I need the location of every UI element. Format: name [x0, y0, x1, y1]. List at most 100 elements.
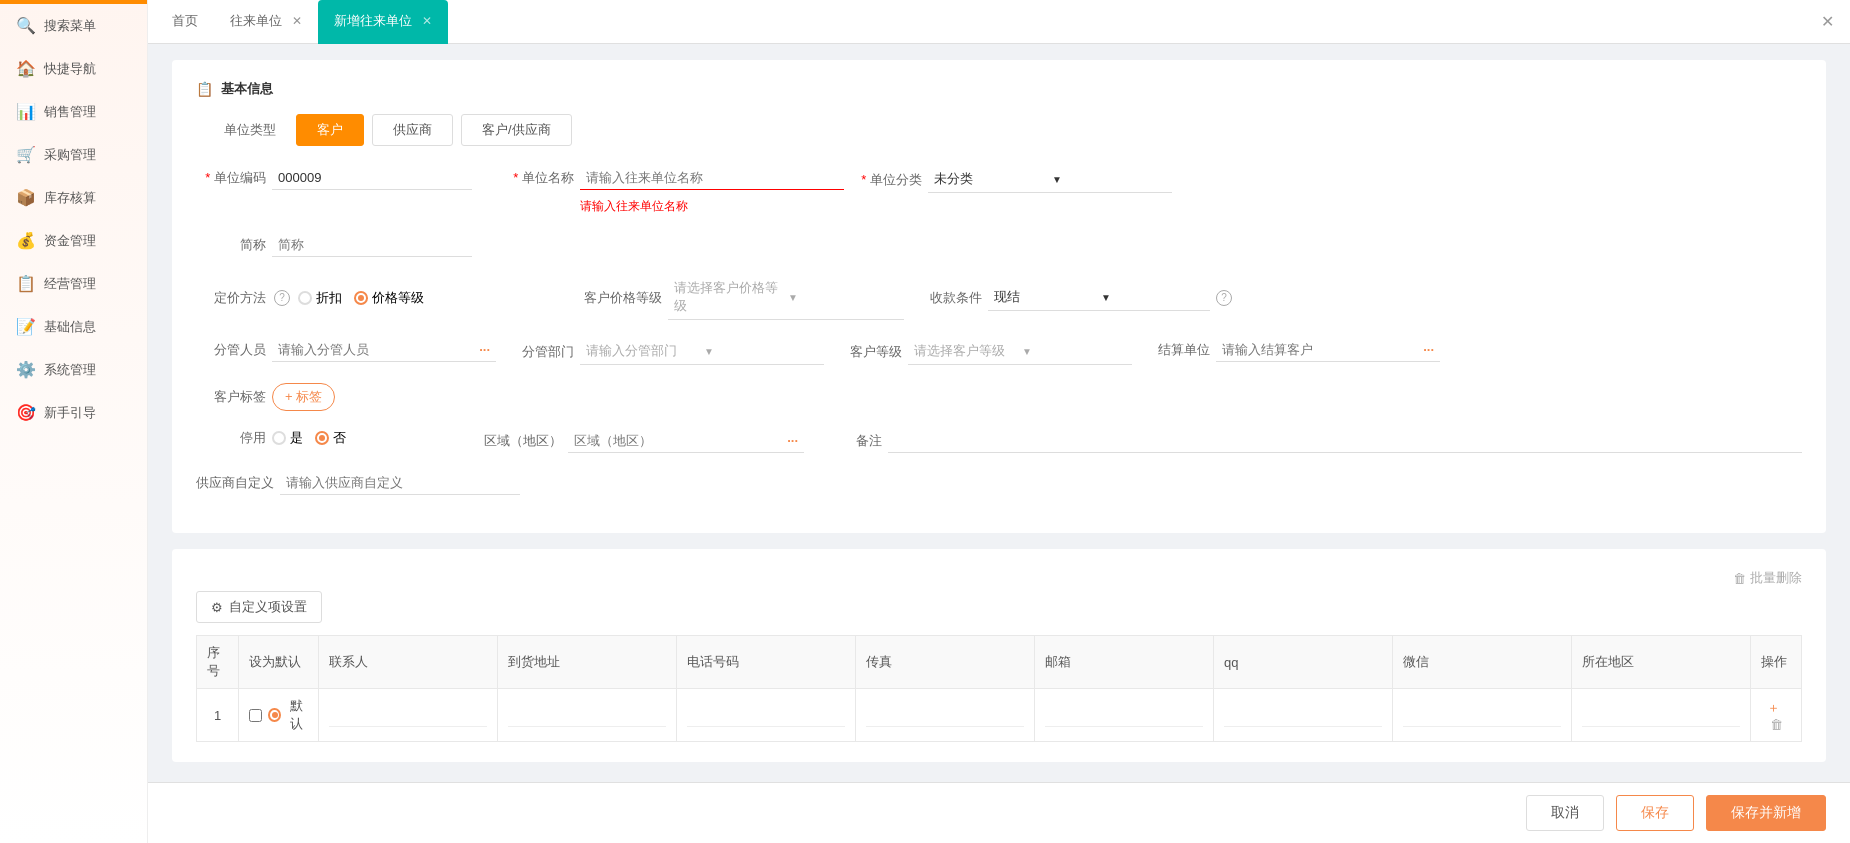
settlement-input[interactable]	[1222, 342, 1419, 357]
settlement-dots-btn[interactable]: ···	[1423, 342, 1434, 357]
sidebar-item-search[interactable]: 🔍 搜索菜单	[0, 4, 147, 47]
dept-placeholder: 请输入分管部门	[586, 342, 700, 360]
pricing-radio-group: 折扣 价格等级	[298, 289, 424, 307]
type-btn-supplier[interactable]: 供应商	[372, 114, 453, 146]
manager-dots-btn[interactable]: ···	[479, 342, 490, 357]
contacts-card: 🗑 批量删除 ⚙ 自定义项设置 序号 设为默认 联系人 到货地址 电话号码 传真	[172, 549, 1826, 762]
manager-input[interactable]	[278, 342, 475, 357]
tab-new-partner[interactable]: 新增往来单位 ✕	[318, 0, 448, 44]
payment-terms-value: 现结	[994, 288, 1097, 306]
sidebar-item-sales[interactable]: 📊 销售管理	[0, 90, 147, 133]
region-input[interactable]	[574, 433, 783, 448]
address-input[interactable]	[508, 703, 666, 727]
form-row-1: 单位编码 单位名称 请输入往来单位名称 单位分类 未分类 ▼	[196, 166, 1802, 215]
contacts-table: 序号 设为默认 联系人 到货地址 电话号码 传真 邮箱 qq 微信 所在地区 操…	[196, 635, 1802, 742]
default-radio[interactable]: 默认	[268, 697, 307, 733]
sidebar-item-purchase[interactable]: 🛒 采购管理	[0, 133, 147, 176]
sidebar-item-label: 基础信息	[44, 318, 96, 336]
sidebar-item-system[interactable]: ⚙️ 系统管理	[0, 348, 147, 391]
system-icon: ⚙️	[16, 360, 36, 379]
row-checkbox[interactable]	[249, 709, 262, 722]
remark-input[interactable]	[888, 429, 1802, 453]
tab-partners-close[interactable]: ✕	[292, 14, 302, 28]
customer-level-select[interactable]: 请选择客户等级 ▼	[908, 338, 1132, 365]
col-default: 设为默认	[239, 636, 318, 689]
unit-name-input[interactable]	[580, 166, 844, 190]
dept-select[interactable]: 请输入分管部门 ▼	[580, 338, 824, 365]
region-dots-btn[interactable]: ···	[787, 433, 798, 448]
cell-contact	[318, 689, 497, 742]
supplier-custom-input[interactable]	[280, 471, 520, 495]
suspend-no[interactable]: 否	[315, 429, 346, 447]
email-input[interactable]	[1045, 703, 1203, 727]
sidebar-item-label: 经营管理	[44, 275, 96, 293]
cell-region	[1572, 689, 1751, 742]
tab-home[interactable]: 首页	[156, 0, 214, 44]
unit-name-label: 单位名称	[504, 169, 574, 187]
pricing-radio-level[interactable]: 价格等级	[354, 289, 424, 307]
contact-input[interactable]	[329, 703, 487, 727]
add-row-icon[interactable]: ＋	[1767, 700, 1780, 715]
basic-info-card: 📋 基本信息 单位类型 客户 供应商 客户/供应商 单位编码 单位名称	[172, 60, 1826, 533]
dept-group: 分管部门 请输入分管部门 ▼	[504, 338, 824, 365]
pricing-radio-discount[interactable]: 折扣	[298, 289, 342, 307]
cell-phone	[676, 689, 855, 742]
finance-icon: 💰	[16, 231, 36, 250]
sidebar-item-guide[interactable]: 🎯 新手引导	[0, 391, 147, 434]
custom-settings-button[interactable]: ⚙ 自定义项设置	[196, 591, 322, 623]
save-new-button[interactable]: 保存并新增	[1706, 795, 1826, 831]
tag-group: 客户标签 + 标签	[196, 383, 1802, 411]
phone-input[interactable]	[687, 703, 845, 727]
col-no: 序号	[197, 636, 239, 689]
tab-partners[interactable]: 往来单位 ✕	[214, 0, 318, 44]
sidebar-item-finance[interactable]: 💰 资金管理	[0, 219, 147, 262]
payment-terms-select[interactable]: 现结 ▼	[988, 284, 1210, 311]
type-btn-both[interactable]: 客户/供应商	[461, 114, 572, 146]
suspend-yes-circle	[272, 431, 286, 445]
suspend-radio-group: 是 否	[272, 429, 346, 447]
tab-new-partner-close[interactable]: ✕	[422, 14, 432, 28]
qq-input[interactable]	[1224, 703, 1382, 727]
tab-new-partner-label: 新增往来单位	[334, 12, 412, 30]
cell-wechat	[1393, 689, 1572, 742]
batch-delete-area: 🗑 批量删除	[196, 569, 1802, 587]
region-table-input[interactable]	[1582, 703, 1740, 727]
fax-input[interactable]	[866, 703, 1024, 727]
manager-field: ···	[272, 338, 496, 362]
tag-add-label: + 标签	[285, 388, 322, 406]
suspend-group: 停用 是 否	[196, 429, 476, 447]
delete-row-icon[interactable]: 🗑	[1770, 717, 1783, 732]
chevron-down-icon: ▼	[788, 292, 898, 303]
sidebar-item-quick-nav[interactable]: 🏠 快捷导航	[0, 47, 147, 90]
type-btn-customer[interactable]: 客户	[296, 114, 364, 146]
tab-bar-close[interactable]: ✕	[1813, 12, 1842, 31]
sidebar-item-label: 系统管理	[44, 361, 96, 379]
customer-price-select[interactable]: 请选择客户价格等级 ▼	[668, 275, 904, 320]
tab-bar: 首页 往来单位 ✕ 新增往来单位 ✕ ✕	[148, 0, 1850, 44]
unit-code-label: 单位编码	[196, 169, 266, 187]
payment-terms-group: 收款条件 现结 ▼ ?	[912, 284, 1232, 311]
wechat-input[interactable]	[1403, 703, 1561, 727]
cancel-button[interactable]: 取消	[1526, 795, 1604, 831]
sidebar-item-label: 库存核算	[44, 189, 96, 207]
help-icon-payment[interactable]: ?	[1216, 290, 1232, 306]
sidebar-item-basic-info[interactable]: 📝 基础信息	[0, 305, 147, 348]
tag-add-button[interactable]: + 标签	[272, 383, 335, 411]
unit-category-select[interactable]: 未分类 ▼	[928, 166, 1172, 193]
suspend-yes[interactable]: 是	[272, 429, 303, 447]
sidebar-item-inventory[interactable]: 📦 库存核算	[0, 176, 147, 219]
batch-delete-label[interactable]: 批量删除	[1750, 569, 1802, 587]
gear-icon: ⚙	[211, 600, 223, 615]
unit-code-input[interactable]	[272, 166, 472, 190]
sidebar-item-label: 搜索菜单	[44, 17, 96, 35]
abbr-input[interactable]	[272, 233, 472, 257]
col-fax: 传真	[855, 636, 1034, 689]
customer-level-group: 客户等级 请选择客户等级 ▼	[832, 338, 1132, 365]
abbr-group: 简称	[196, 233, 496, 257]
cell-action: ＋ 🗑	[1751, 689, 1802, 742]
help-icon-pricing[interactable]: ?	[274, 290, 290, 306]
form-row-supplier-custom: 供应商自定义	[196, 471, 1802, 495]
sidebar-item-operations[interactable]: 📋 经营管理	[0, 262, 147, 305]
form-row-pricing: 定价方法 ? 折扣 价格等级 客户价格等级	[196, 275, 1802, 320]
save-button[interactable]: 保存	[1616, 795, 1694, 831]
